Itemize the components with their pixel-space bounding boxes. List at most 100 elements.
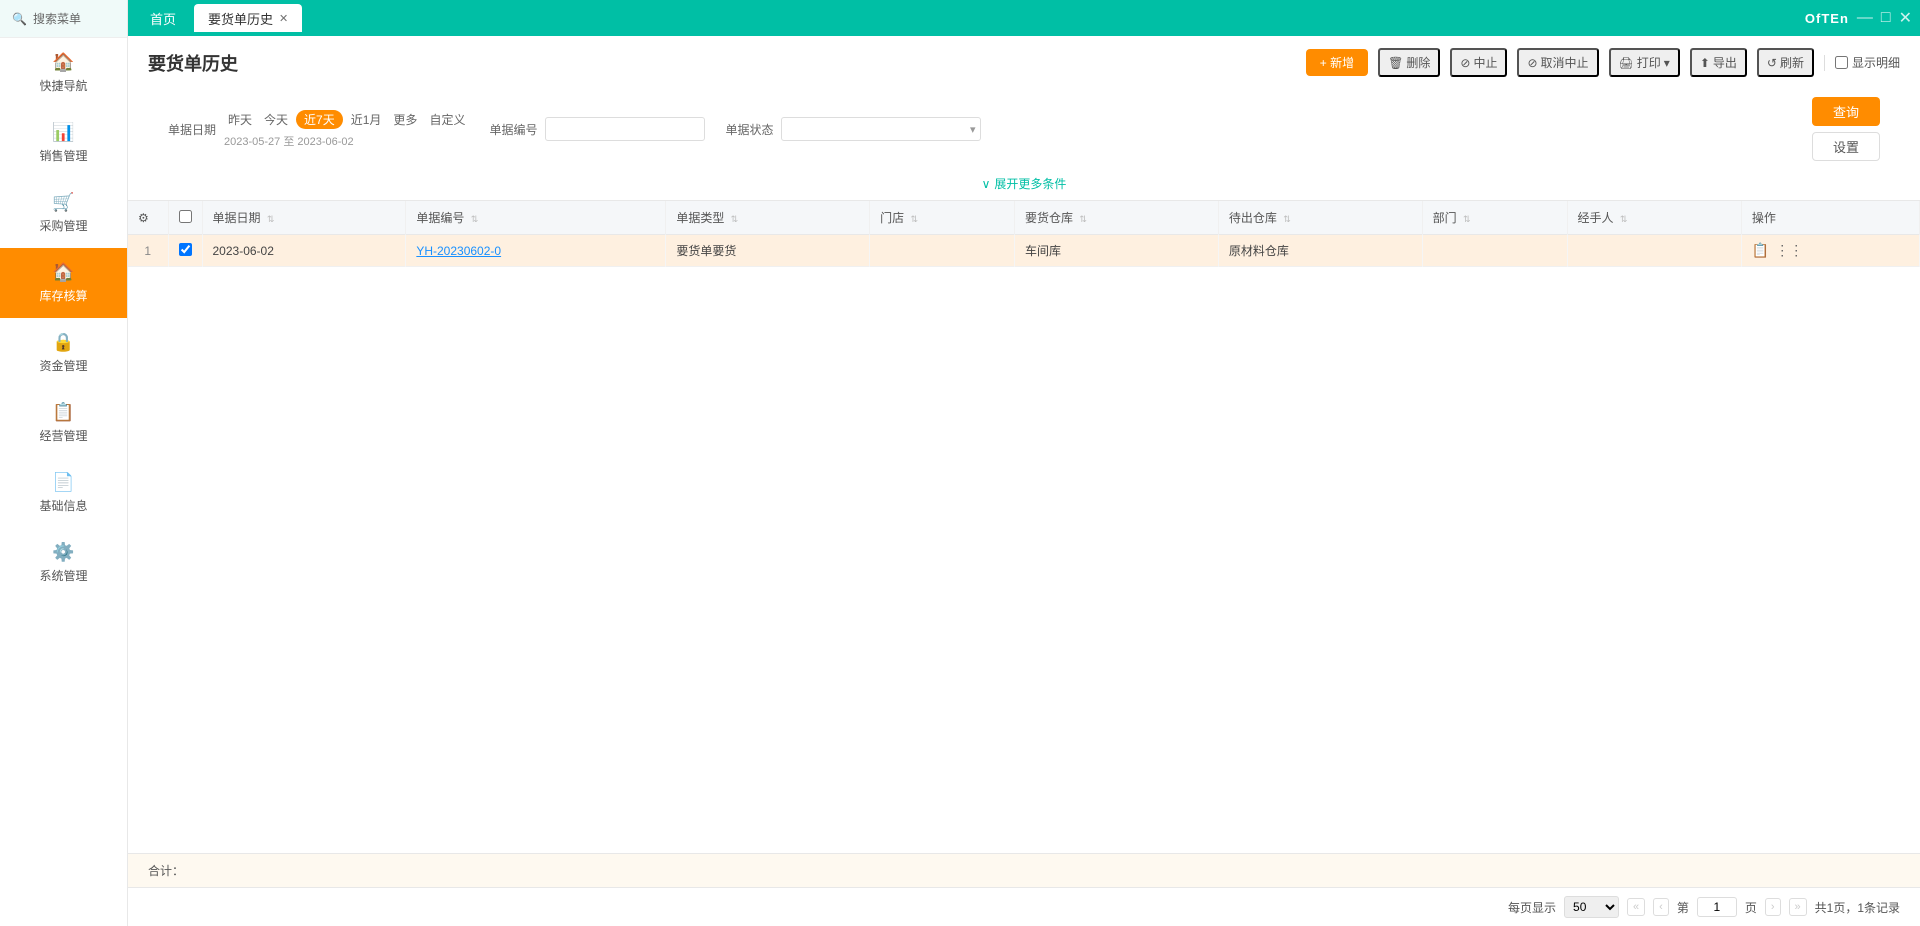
row-checkbox[interactable] — [168, 235, 202, 267]
first-page-button[interactable]: « — [1627, 898, 1645, 916]
date-tab-more[interactable]: 更多 — [389, 110, 421, 129]
print-button[interactable]: 🖨 打印 ▾ — [1609, 48, 1680, 77]
sidebar-item-purchase-label: 采购管理 — [39, 217, 87, 234]
tab-requisition-label: 要货单历史 — [208, 9, 273, 28]
th-actions: 操作 — [1741, 201, 1919, 235]
row-pending-warehouse: 原材料仓库 — [1218, 235, 1422, 267]
th-store-label: 门店 — [880, 211, 904, 225]
date-range-text: 2023-05-27 至 2023-06-02 — [224, 133, 469, 149]
close-window-icon[interactable]: ✕ — [1899, 8, 1912, 28]
sidebar-item-basic-label: 基础信息 — [39, 497, 87, 514]
next-page-button[interactable]: › — [1765, 898, 1781, 916]
row-actions: 📋 ⋮⋮ — [1741, 235, 1919, 267]
sidebar-item-inventory-label: 库存核算 — [39, 287, 87, 304]
refresh-button[interactable]: ↺ 刷新 — [1757, 48, 1814, 77]
sidebar-item-finance-label: 资金管理 — [39, 357, 87, 374]
query-button[interactable]: 查询 — [1812, 97, 1880, 126]
row-edit-icon[interactable]: 📋 — [1752, 242, 1769, 259]
page-input-label: 第 — [1677, 899, 1689, 916]
row-type: 要货单要货 — [666, 235, 870, 267]
finance-icon: 🔒 — [52, 332, 74, 353]
row-store — [870, 235, 1015, 267]
th-req-warehouse[interactable]: 要货仓库 ⇅ — [1014, 201, 1218, 235]
delete-icon: 🗑 — [1388, 56, 1403, 70]
cancel-suspend-button[interactable]: ⊘ 取消中止 — [1517, 48, 1598, 77]
cancel-suspend-label: 取消中止 — [1541, 54, 1589, 71]
th-date-label: 单据日期 — [213, 211, 261, 225]
print-dropdown-icon: ▾ — [1664, 56, 1670, 70]
tab-home[interactable]: 首页 — [136, 4, 190, 32]
sidebar-search-label: 搜索菜单 — [33, 10, 81, 27]
page-input[interactable] — [1697, 897, 1737, 917]
delete-button[interactable]: 🗑 删除 — [1378, 48, 1440, 77]
delete-label: 删除 — [1406, 54, 1430, 71]
maximize-icon[interactable]: □ — [1881, 9, 1891, 27]
show-detail-input[interactable] — [1835, 56, 1848, 69]
export-button[interactable]: ⬆ 导出 — [1690, 48, 1747, 77]
last-page-button[interactable]: » — [1789, 898, 1807, 916]
sidebar-item-basic[interactable]: 📄 基础信息 — [0, 458, 127, 528]
tab-requisition[interactable]: 要货单历史 ✕ — [194, 4, 302, 32]
sidebar-item-purchase[interactable]: 🛒 采购管理 — [0, 178, 127, 248]
sort-req-warehouse-icon: ⇅ — [1079, 214, 1087, 224]
date-tab-1month[interactable]: 近1月 — [347, 110, 386, 129]
sidebar-item-finance[interactable]: 🔒 资金管理 — [0, 318, 127, 388]
tab-close-icon[interactable]: ✕ — [279, 12, 288, 25]
th-store[interactable]: 门店 ⇅ — [870, 201, 1015, 235]
prev-page-button[interactable]: ‹ — [1653, 898, 1669, 916]
suspend-icon: ⊘ — [1460, 56, 1470, 70]
th-checkbox[interactable] — [168, 201, 202, 235]
date-tab-custom[interactable]: 自定义 — [425, 110, 469, 129]
th-type-label: 单据类型 — [676, 211, 724, 225]
print-label: 打印 — [1637, 54, 1661, 71]
minimize-icon[interactable]: — — [1857, 9, 1873, 27]
row-more-icon[interactable]: ⋮⋮ — [1775, 242, 1803, 259]
th-pending-warehouse[interactable]: 待出仓库 ⇅ — [1218, 201, 1422, 235]
row-num-link[interactable]: YH-20230602-0 — [416, 244, 501, 258]
expand-more-label: 展开更多条件 — [994, 175, 1066, 192]
filter-area: 单据日期 昨天 今天 近7天 近1月 更多 自定义 2023-05-27 至 2… — [148, 87, 1900, 200]
sidebar-item-quicknav[interactable]: 🏠 快捷导航 — [0, 38, 127, 108]
status-select[interactable] — [781, 117, 981, 141]
expand-more[interactable]: ∨ 展开更多条件 — [168, 171, 1880, 200]
inventory-icon: 🏠 — [52, 262, 74, 283]
settings-button[interactable]: 设置 — [1812, 132, 1880, 161]
date-tab-yesterday[interactable]: 昨天 — [224, 110, 256, 129]
cancel-suspend-icon: ⊘ — [1527, 56, 1537, 70]
th-date[interactable]: 单据日期 ⇅ — [202, 201, 406, 235]
th-setting[interactable]: ⚙ — [128, 201, 168, 235]
basic-icon: 📄 — [52, 472, 74, 493]
sidebar-item-system[interactable]: ⚙️ 系统管理 — [0, 528, 127, 598]
suspend-button[interactable]: ⊘ 中止 — [1450, 48, 1507, 77]
new-button[interactable]: + 新增 — [1306, 49, 1368, 76]
th-handler-label: 经手人 — [1578, 211, 1614, 225]
th-pending-warehouse-label: 待出仓库 — [1229, 211, 1277, 225]
page-header: 要货单历史 + 新增 🗑 删除 ⊘ 中止 ⊘ 取消中止 — [128, 36, 1920, 201]
tab-bar-right: OfTEn — □ ✕ — [1805, 8, 1912, 28]
sidebar-item-sales[interactable]: 📊 销售管理 — [0, 108, 127, 178]
docnum-input[interactable] — [545, 117, 705, 141]
table-container[interactable]: ⚙ 单据日期 ⇅ 单据编号 ⇅ — [128, 201, 1920, 853]
row-req-warehouse: 车间库 — [1014, 235, 1218, 267]
print-icon: 🖨 — [1619, 56, 1634, 70]
sidebar-item-inventory[interactable]: 🏠 库存核算 — [0, 248, 127, 318]
sidebar-search[interactable]: 🔍 搜索菜单 — [0, 0, 127, 38]
sidebar: 🔍 搜索菜单 🏠 快捷导航 📊 销售管理 🛒 采购管理 🏠 库存核算 🔒 资金管… — [0, 0, 128, 926]
operations-icon: 📋 — [52, 402, 74, 423]
th-req-warehouse-label: 要货仓库 — [1025, 211, 1073, 225]
sort-store-icon: ⇅ — [911, 214, 919, 224]
refresh-label: 刷新 — [1780, 54, 1804, 71]
th-type[interactable]: 单据类型 ⇅ — [666, 201, 870, 235]
sidebar-item-operations[interactable]: 📋 经营管理 — [0, 388, 127, 458]
date-tab-today[interactable]: 今天 — [260, 110, 292, 129]
per-page-select[interactable]: 50 10 20 100 — [1564, 896, 1619, 918]
select-all-checkbox[interactable] — [179, 210, 192, 223]
docnum-filter-label: 单据编号 — [489, 121, 537, 138]
purchase-icon: 🛒 — [52, 192, 74, 213]
show-detail-checkbox[interactable]: 显示明细 — [1835, 54, 1900, 71]
th-handler[interactable]: 经手人 ⇅ — [1567, 201, 1741, 235]
date-tabs: 昨天 今天 近7天 近1月 更多 自定义 — [224, 110, 469, 129]
th-department[interactable]: 部门 ⇅ — [1422, 201, 1567, 235]
th-num[interactable]: 单据编号 ⇅ — [406, 201, 666, 235]
date-tab-7days[interactable]: 近7天 — [296, 110, 343, 129]
